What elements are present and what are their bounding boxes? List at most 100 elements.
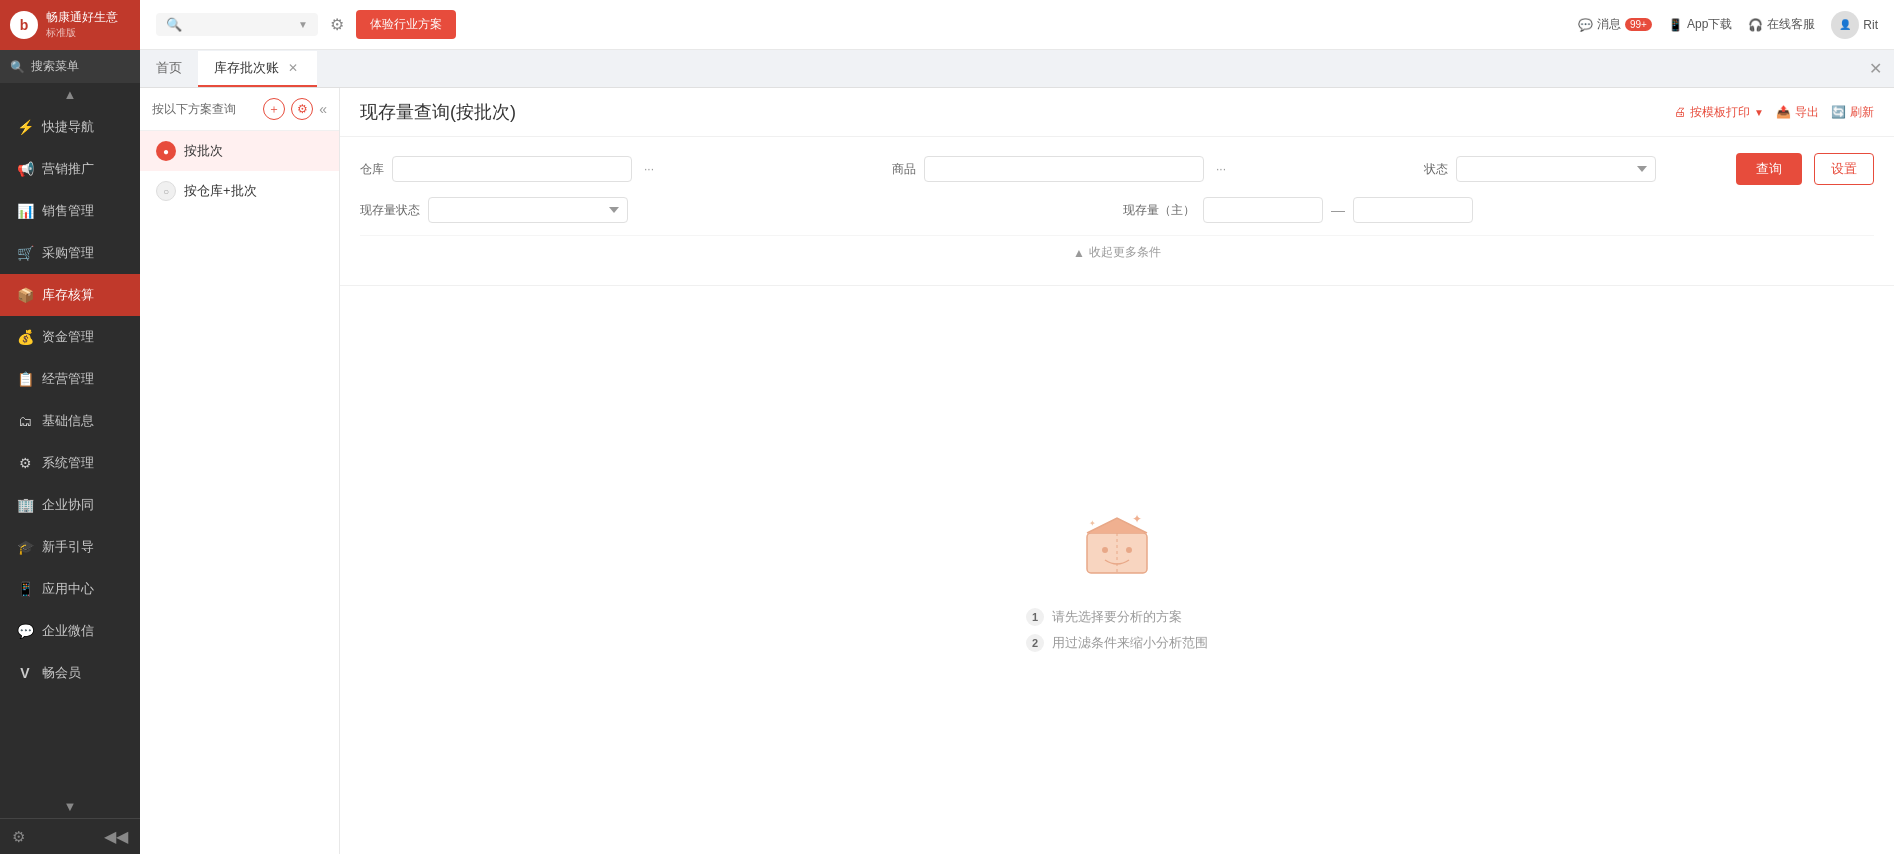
page-content: 按以下方案查询 ＋ ⚙ « ● 按批次 ○ 按仓库+批次 现存量查询(按批次) [140,88,1894,854]
settings-btn[interactable]: 设置 [1814,153,1874,185]
topbar-search-area[interactable]: 🔍 ▼ [156,13,318,36]
warehouse-filter: 仓库 ··· [360,156,880,182]
topbar: 🔍 ▼ ⚙ 体验行业方案 💬 消息 99+ 📱 App下载 🎧 在线客服 👤 R… [140,0,1894,50]
svg-text:✦: ✦ [1089,519,1096,528]
status-select[interactable] [1456,156,1656,182]
svg-point-3 [1126,547,1132,553]
sidebar-header: b 畅康通好生意 标准版 [0,0,140,50]
phone-icon: 📱 [1668,18,1683,32]
sidebar-item-label: 经营管理 [42,370,94,388]
app-version: 标准版 [46,26,118,40]
wechat-icon: 💬 [16,623,34,639]
goods-more-btn[interactable]: ··· [1212,162,1230,176]
topbar-actions: 💬 消息 99+ 📱 App下载 🎧 在线客服 👤 Rit [1578,11,1878,39]
messages-action[interactable]: 💬 消息 99+ [1578,16,1652,33]
system-icon: ⚙ [16,455,34,471]
stock-qty-min-input[interactable] [1203,197,1323,223]
warehouse-label: 仓库 [360,161,384,178]
plan-batch-label: 按批次 [184,142,223,160]
tab-bar: 首页 库存批次账 ✕ ✕ [140,50,1894,88]
sidebar-item-label: 快捷导航 [42,118,94,136]
svg-text:✦: ✦ [1132,512,1142,526]
page-header: 现存量查询(按批次) 🖨 按模板打印 ▼ 📤 导出 🔄 刷新 [340,88,1894,137]
sidebar-item-sales[interactable]: 📊 销售管理 [0,190,140,232]
plan-item-batch[interactable]: ● 按批次 [140,131,339,171]
print-dropdown-icon[interactable]: ▼ [1754,107,1764,118]
online-service-action[interactable]: 🎧 在线客服 [1748,16,1815,33]
left-panel-actions: ＋ ⚙ « [263,98,327,120]
goods-input[interactable] [924,156,1204,182]
query-btn[interactable]: 查询 [1736,153,1802,185]
sidebar-item-operation[interactable]: 📋 经营管理 [0,358,140,400]
filter-row-1: 仓库 ··· 商品 ··· 状态 查询 [360,153,1874,185]
stock-status-label: 现存量状态 [360,202,420,219]
sidebar-item-basic[interactable]: 🗂 基础信息 [0,400,140,442]
right-area: 现存量查询(按批次) 🖨 按模板打印 ▼ 📤 导出 🔄 刷新 [340,88,1894,854]
page-title: 现存量查询(按批次) [360,100,516,124]
refresh-label: 刷新 [1850,104,1874,121]
shortcut-icon: ⚡ [16,119,34,135]
settings-icon[interactable]: ⚙ [12,828,25,846]
settings-plan-btn[interactable]: ⚙ [291,98,313,120]
app-download-label: App下载 [1687,16,1732,33]
goods-filter: 商品 ··· [892,156,1412,182]
marketing-icon: 📢 [16,161,34,177]
left-panel-title: 按以下方案查询 [152,101,236,118]
app-download-action[interactable]: 📱 App下载 [1668,16,1732,33]
export-btn[interactable]: 📤 导出 [1776,104,1819,121]
filter-area: 仓库 ··· 商品 ··· 状态 查询 [340,137,1894,286]
scroll-down-btn[interactable]: ▼ [0,795,140,818]
sidebar-item-system[interactable]: ⚙ 系统管理 [0,442,140,484]
sidebar-item-label: 应用中心 [42,580,94,598]
stock-qty-max-input[interactable] [1353,197,1473,223]
hint-text-1: 请先选择要分析的方案 [1052,608,1182,626]
operation-icon: 📋 [16,371,34,387]
sidebar-item-newbie[interactable]: 🎓 新手引导 [0,526,140,568]
sidebar-item-marketing[interactable]: 📢 营销推广 [0,148,140,190]
collapse-filters-btn[interactable]: ▲ 收起更多条件 [360,235,1874,269]
tab-home[interactable]: 首页 [140,51,198,87]
stock-qty-filter: 现存量（主） — [1123,197,1874,223]
settings-gear-icon[interactable]: ⚙ [330,15,344,34]
tab-bar-close-btn[interactable]: ✕ [1857,55,1894,82]
sidebar-item-label: 畅会员 [42,664,81,682]
online-service-label: 在线客服 [1767,16,1815,33]
plan-warehouse-batch-label: 按仓库+批次 [184,182,257,200]
sidebar-item-purchase[interactable]: 🛒 采购管理 [0,232,140,274]
tab-close-icon[interactable]: ✕ [285,60,301,76]
tab-inventory-batch[interactable]: 库存批次账 ✕ [198,51,317,87]
empty-svg-illustration: ✦ ✦ [1067,488,1167,588]
plan-item-warehouse-batch[interactable]: ○ 按仓库+批次 [140,171,339,211]
warehouse-more-btn[interactable]: ··· [640,162,658,176]
search-label: 搜索菜单 [31,58,79,75]
plan-inactive-icon: ○ [156,181,176,201]
hint-number-1: 1 [1026,608,1044,626]
collapse-left-panel-btn[interactable]: « [319,101,327,117]
print-btn[interactable]: 🖨 按模板打印 ▼ [1674,104,1764,121]
dropdown-icon[interactable]: ▼ [298,19,308,30]
sidebar-item-inventory[interactable]: 📦 库存核算 [0,274,140,316]
stock-status-select[interactable] [428,197,628,223]
plan-active-icon: ● [156,141,176,161]
sidebar-item-shortcut[interactable]: ⚡ 快捷导航 [0,106,140,148]
sidebar-item-label: 销售管理 [42,202,94,220]
experience-btn[interactable]: 体验行业方案 [356,10,456,39]
add-plan-btn[interactable]: ＋ [263,98,285,120]
sidebar-item-label: 系统管理 [42,454,94,472]
user-profile[interactable]: 👤 Rit [1831,11,1878,39]
sidebar-search[interactable]: 🔍 搜索菜单 [0,50,140,83]
purchase-icon: 🛒 [16,245,34,261]
messages-label: 消息 [1597,16,1621,33]
sidebar-item-finance[interactable]: 💰 资金管理 [0,316,140,358]
sidebar-item-appstore[interactable]: 📱 应用中心 [0,568,140,610]
scroll-up-btn[interactable]: ▲ [0,83,140,106]
search-icon: 🔍 [166,17,182,32]
refresh-btn[interactable]: 🔄 刷新 [1831,104,1874,121]
collapse-sidebar-icon[interactable]: ◀◀ [104,827,128,846]
app-logo: b [10,11,38,39]
sidebar-item-member[interactable]: V 畅会员 [0,652,140,694]
topbar-search-input[interactable] [190,18,290,32]
warehouse-input[interactable] [392,156,632,182]
sidebar-item-wechat[interactable]: 💬 企业微信 [0,610,140,652]
sidebar-item-enterprise[interactable]: 🏢 企业协同 [0,484,140,526]
